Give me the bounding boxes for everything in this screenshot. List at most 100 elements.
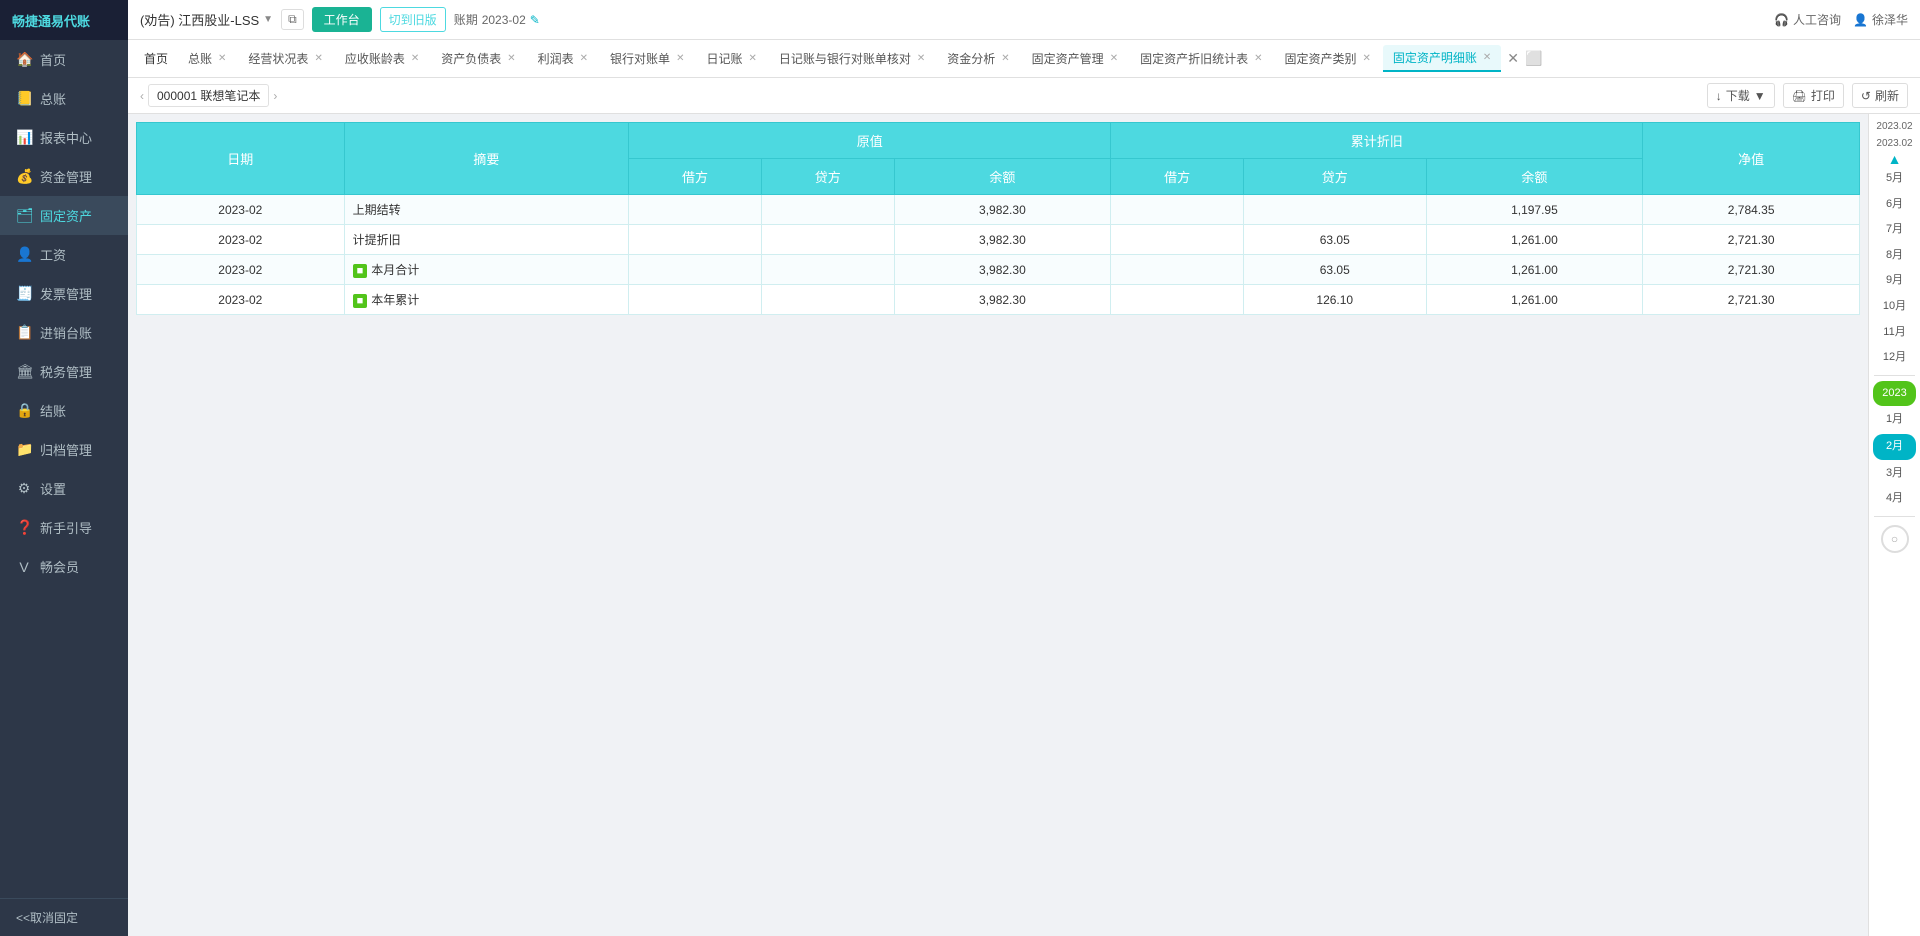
panel-more-icon[interactable]: ○ xyxy=(1881,525,1909,553)
tab-balance[interactable]: 资产负债表 ✕ xyxy=(431,46,525,71)
breadcrumb-item[interactable]: 000001 联想笔记本 xyxy=(148,84,269,107)
sidebar-item-fixed-assets[interactable]: 🗂 固定资产 xyxy=(0,196,128,235)
tab-close-receivable[interactable]: ✕ xyxy=(411,53,419,64)
month-2-active[interactable]: 2月 xyxy=(1873,434,1916,460)
sidebar-item-ledger[interactable]: 📒 总账 xyxy=(0,79,128,118)
month-3[interactable]: 3月 xyxy=(1869,461,1920,487)
tab-capital-analysis[interactable]: 资金分析 ✕ xyxy=(937,46,1019,71)
switch-version-button[interactable]: 切到旧版 xyxy=(380,7,446,32)
print-button[interactable]: 🖨 打印 xyxy=(1783,83,1844,108)
period-display: 账期 2023-02 ✎ xyxy=(454,11,540,28)
tab-close-bank[interactable]: ✕ xyxy=(676,53,684,64)
cell-accum-debit xyxy=(1111,285,1244,315)
tab-home[interactable]: 首页 xyxy=(136,46,176,71)
tab-close-profit[interactable]: ✕ xyxy=(580,53,588,64)
tab-fixed-detail[interactable]: 固定资产明细账 ✕ xyxy=(1383,45,1501,72)
sidebar-item-reports[interactable]: 📊 报表中心 xyxy=(0,118,128,157)
tab-ledger[interactable]: 总账 ✕ xyxy=(178,46,236,71)
tab-bank-check[interactable]: 日记账与银行对账单核对 ✕ xyxy=(769,46,935,71)
breadcrumb-next[interactable]: › xyxy=(273,89,277,103)
tab-close-capital-analysis[interactable]: ✕ xyxy=(1001,53,1009,64)
tab-close-fixed-mgmt[interactable]: ✕ xyxy=(1110,53,1118,64)
fixed-asset-detail-table: 日期 摘要 原值 累计折旧 净值 借方 贷方 余额 借方 贷方 余额 xyxy=(136,122,1860,315)
copy-button[interactable]: ⧉ xyxy=(281,9,304,30)
main-content: (劝告) 江西股业-LSS ▼ ⧉ 工作台 切到旧版 账期 2023-02 ✎ … xyxy=(128,0,1920,936)
table-row: 2023-02 上期结转 3,982.30 1,197.95 2,784.35 xyxy=(137,195,1860,225)
sidebar-item-archive[interactable]: 📁 归档管理 xyxy=(0,430,128,469)
tab-receivable[interactable]: 应收账龄表 ✕ xyxy=(335,46,429,71)
sidebar-item-guide[interactable]: ❓ 新手引导 xyxy=(0,508,128,547)
tab-close-all-icon[interactable]: ✕ xyxy=(1507,50,1519,67)
sidebar-item-settings[interactable]: ⚙ 设置 xyxy=(0,469,128,508)
period-edit-icon[interactable]: ✎ xyxy=(530,13,540,27)
refresh-button[interactable]: ↺ 刷新 xyxy=(1852,83,1908,108)
refresh-icon: ↺ xyxy=(1861,89,1871,103)
month-7[interactable]: 7月 xyxy=(1869,217,1920,243)
capital-icon: 💰 xyxy=(16,168,32,185)
sidebar-item-label: 工资 xyxy=(40,245,66,264)
tab-close-fixed-detail[interactable]: ✕ xyxy=(1483,52,1491,63)
month-1[interactable]: 1月 xyxy=(1869,407,1920,433)
month-9[interactable]: 9月 xyxy=(1869,268,1920,294)
cell-accum-balance: 1,261.00 xyxy=(1426,225,1643,255)
month-8[interactable]: 8月 xyxy=(1869,243,1920,269)
year-2023[interactable]: 2023 xyxy=(1873,381,1916,407)
cell-orig-debit xyxy=(629,225,762,255)
tab-close-balance[interactable]: ✕ xyxy=(507,53,515,64)
tab-expand-icon[interactable]: ⬜ xyxy=(1525,50,1542,67)
tab-close-fixed-depreciation[interactable]: ✕ xyxy=(1254,53,1262,64)
ledger-icon: 📒 xyxy=(16,90,32,107)
sidebar-item-closing[interactable]: 🔒 结账 xyxy=(0,391,128,430)
sidebar-item-member[interactable]: V 畅会员 xyxy=(0,547,128,586)
period-prefix: 账期 xyxy=(454,11,478,28)
col-accumulated: 累计折旧 xyxy=(1111,123,1643,159)
guide-icon: ❓ xyxy=(16,519,32,536)
breadcrumb-prev[interactable]: ‹ xyxy=(140,89,144,103)
tab-profit[interactable]: 利润表 ✕ xyxy=(528,46,598,71)
panel-divider-2 xyxy=(1874,516,1915,517)
sidebar-item-sales[interactable]: 📋 进销台账 xyxy=(0,313,128,352)
tab-bank[interactable]: 银行对账单 ✕ xyxy=(600,46,694,71)
sidebar-item-invoice[interactable]: 🧾 发票管理 xyxy=(0,274,128,313)
workbench-button[interactable]: 工作台 xyxy=(312,7,372,32)
user-menu[interactable]: 👤 徐泽华 xyxy=(1853,11,1908,28)
month-4[interactable]: 4月 xyxy=(1869,486,1920,512)
month-6[interactable]: 6月 xyxy=(1869,192,1920,218)
sidebar-item-label: 报表中心 xyxy=(40,128,92,147)
month-11[interactable]: 11月 xyxy=(1869,320,1920,346)
tab-journal[interactable]: 日记账 ✕ xyxy=(696,46,766,71)
row-tag: ■ xyxy=(353,264,368,278)
scroll-up-button[interactable]: ▲ xyxy=(1888,152,1902,166)
tab-close-operation[interactable]: ✕ xyxy=(314,53,322,64)
tabbar: 首页 总账 ✕ 经营状况表 ✕ 应收账龄表 ✕ 资产负债表 ✕ 利润表 ✕ 银行… xyxy=(128,40,1920,78)
month-5[interactable]: 5月 xyxy=(1869,166,1920,192)
month-12[interactable]: 12月 xyxy=(1869,345,1920,371)
toolbar-actions: ↓ 下载 ▼ 🖨 打印 ↺ 刷新 xyxy=(1707,83,1908,108)
cell-orig-debit xyxy=(629,255,762,285)
cell-accum-balance: 1,261.00 xyxy=(1426,255,1643,285)
month-10[interactable]: 10月 xyxy=(1869,294,1920,320)
sidebar-item-home[interactable]: 🏠 首页 xyxy=(0,40,128,79)
service-button[interactable]: 🎧 人工咨询 xyxy=(1774,11,1841,28)
cell-orig-balance: 3,982.30 xyxy=(894,285,1111,315)
sidebar-item-capital[interactable]: 💰 资金管理 xyxy=(0,157,128,196)
salary-icon: 👤 xyxy=(16,246,32,263)
cell-orig-credit xyxy=(761,225,894,255)
tab-fixed-mgmt[interactable]: 固定资产管理 ✕ xyxy=(1022,46,1128,71)
tab-close-fixed-type[interactable]: ✕ xyxy=(1363,53,1371,64)
tab-close-journal[interactable]: ✕ xyxy=(748,53,756,64)
download-button[interactable]: ↓ 下载 ▼ xyxy=(1707,83,1775,108)
sidebar-item-label: 首页 xyxy=(40,50,66,69)
tab-fixed-type[interactable]: 固定资产类别 ✕ xyxy=(1274,46,1380,71)
sidebar-unpin-button[interactable]: <<取消固定 xyxy=(0,898,128,936)
col-summary: 摘要 xyxy=(344,123,629,195)
tab-close-ledger[interactable]: ✕ xyxy=(218,53,226,64)
sidebar-item-salary[interactable]: 👤 工资 xyxy=(0,235,128,274)
sidebar-item-tax[interactable]: 🏛 税务管理 xyxy=(0,352,128,391)
tab-operation[interactable]: 经营状况表 ✕ xyxy=(238,46,332,71)
content-area: 日期 摘要 原值 累计折旧 净值 借方 贷方 余额 借方 贷方 余额 xyxy=(128,114,1920,936)
company-selector[interactable]: (劝告) 江西股业-LSS ▼ xyxy=(140,10,273,29)
member-icon: V xyxy=(16,559,32,575)
tab-close-bank-check[interactable]: ✕ xyxy=(917,53,925,64)
tab-fixed-depreciation[interactable]: 固定资产折旧统计表 ✕ xyxy=(1130,46,1272,71)
